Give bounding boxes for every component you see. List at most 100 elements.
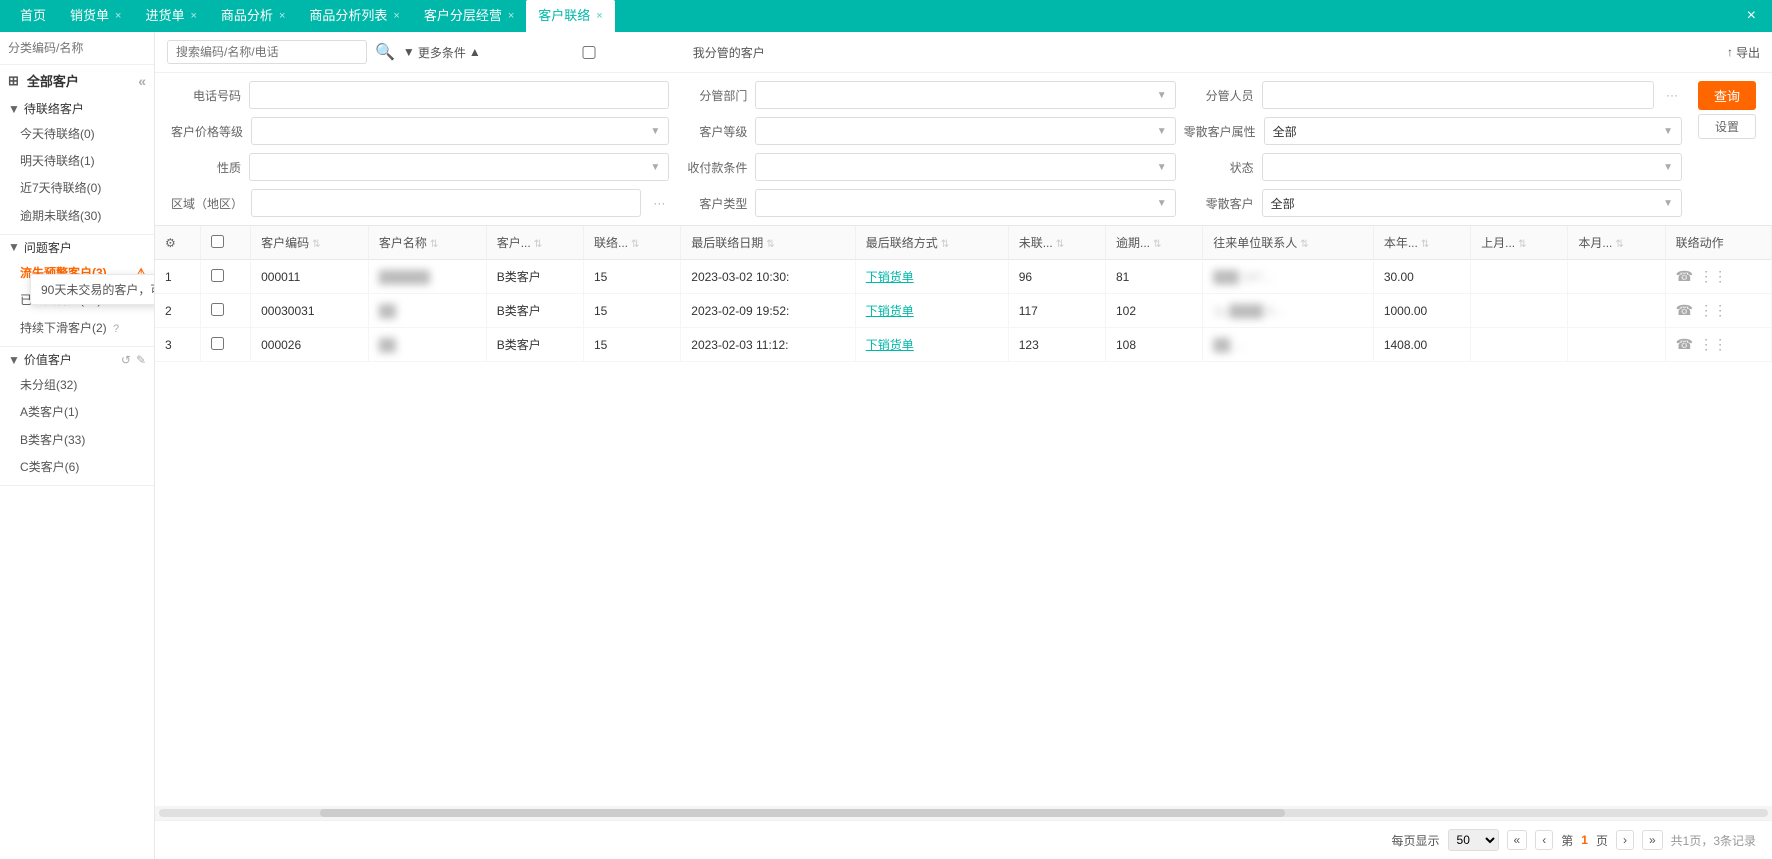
filter-payment-select[interactable]: ▼	[755, 153, 1175, 181]
filter-status-select[interactable]: ▼	[1262, 153, 1682, 181]
sort-icon-type[interactable]: ⇅	[534, 239, 542, 250]
tab-sales[interactable]: 销货单 ×	[58, 0, 133, 32]
my-customers-label[interactable]: 我分管的客户	[489, 44, 765, 61]
per-page-label: 每页显示	[1392, 832, 1440, 849]
cell-overdue: 102	[1106, 294, 1203, 328]
sidebar-item-class-b[interactable]: B类客户(33)	[0, 427, 154, 454]
sort-icon-name[interactable]: ⇅	[430, 239, 438, 250]
tab-home[interactable]: 首页	[8, 0, 58, 32]
prev-page-button[interactable]: ‹	[1535, 830, 1553, 850]
cell-last-method[interactable]: 下销货单	[855, 328, 1008, 362]
filter-customer-type: 客户类型 ▼	[677, 189, 1175, 217]
settings-button[interactable]: 设置	[1698, 114, 1756, 139]
action-more-icon[interactable]: ⋮⋮	[1699, 268, 1727, 285]
filter-button[interactable]: ▼ 更多条件 ▲	[403, 44, 481, 61]
filter-dept-select[interactable]: ▼	[755, 81, 1175, 109]
cell-last-method[interactable]: 下销货单	[855, 294, 1008, 328]
th-last-date: 最后联络日期⇅	[681, 226, 855, 260]
sort-icon-this-year[interactable]: ⇅	[1421, 239, 1429, 250]
sidebar-all-customers[interactable]: ⊞ 全部客户 «	[0, 65, 154, 96]
cell-code: 00030031	[251, 294, 369, 328]
close-product-analysis-tab[interactable]: ×	[279, 0, 285, 32]
window-close-button[interactable]: ×	[1739, 7, 1764, 25]
sort-icon-this-month[interactable]: ⇅	[1615, 239, 1623, 250]
current-page: 1	[1581, 833, 1588, 847]
sidebar-item-ungrouped[interactable]: 未分组(32)	[0, 372, 154, 399]
sort-icon-last-month[interactable]: ⇅	[1518, 239, 1526, 250]
refresh-icon[interactable]: ↺	[121, 353, 131, 367]
filter-person-dots[interactable]: ···	[1662, 88, 1682, 102]
sidebar-item-class-c[interactable]: C类客户(6)	[0, 454, 154, 481]
th-uncontacted: 未联...⇅	[1008, 226, 1105, 260]
close-product-analysis-list-tab[interactable]: ×	[393, 0, 399, 32]
sort-icon-overdue[interactable]: ⇅	[1153, 239, 1161, 250]
horizontal-scrollbar[interactable]	[155, 806, 1772, 820]
last-page-button[interactable]: »	[1642, 830, 1663, 850]
select-all-checkbox[interactable]	[211, 235, 224, 248]
next-page-button[interactable]: ›	[1616, 830, 1634, 850]
sort-icon-last-date[interactable]: ⇅	[766, 239, 774, 250]
sort-icon-code[interactable]: ⇅	[312, 239, 320, 250]
sidebar-search-input[interactable]	[8, 41, 155, 55]
cell-name: ██	[368, 328, 486, 362]
close-customer-contact-tab[interactable]: ×	[596, 0, 602, 32]
filter-nature-select[interactable]: ▼	[249, 153, 669, 181]
tab-product-analysis[interactable]: 商品分析 ×	[209, 0, 297, 32]
filter-dept-label: 分管部门	[677, 87, 747, 104]
tab-customer-segment[interactable]: 客户分层经营 ×	[412, 0, 526, 32]
sidebar-item-overdue[interactable]: 逾期未联络(30)	[0, 203, 154, 230]
export-button[interactable]: ↑ 导出	[1727, 44, 1760, 61]
sidebar-group-value-title[interactable]: ▼ 价值客户 ↺ ✎	[0, 347, 154, 372]
action-phone-icon[interactable]: ☎	[1676, 302, 1693, 319]
filter-person-select[interactable]	[1262, 81, 1654, 109]
first-page-button[interactable]: «	[1507, 830, 1528, 850]
filter-customer-type-select[interactable]: ▼	[755, 189, 1175, 217]
sort-icon-contact[interactable]: ⇅	[631, 239, 639, 250]
settings-icon[interactable]: ⚙	[165, 236, 176, 250]
scroll-thumb[interactable]	[320, 809, 1285, 817]
edit-icon[interactable]: ✎	[136, 353, 146, 367]
cell-checkbox[interactable]	[201, 260, 251, 294]
row-checkbox-1[interactable]	[211, 303, 224, 316]
sidebar-group-pending-title[interactable]: ▼ 待联络客户	[0, 96, 154, 121]
filter-retail-attr-select[interactable]: 全部 ▼	[1264, 117, 1682, 145]
cell-checkbox[interactable]	[201, 294, 251, 328]
close-purchase-tab[interactable]: ×	[190, 0, 196, 32]
search-button[interactable]: 🔍	[375, 42, 395, 62]
close-customer-segment-tab[interactable]: ×	[508, 0, 514, 32]
th-settings[interactable]: ⚙	[155, 226, 201, 260]
tab-customer-contact[interactable]: 客户联络 ×	[526, 0, 614, 32]
action-more-icon[interactable]: ⋮⋮	[1699, 302, 1727, 319]
sort-icon-last-method[interactable]: ⇅	[941, 239, 949, 250]
filter-price-level-select[interactable]: ▼	[251, 117, 669, 145]
filter-customer-level-select[interactable]: ▼	[755, 117, 1175, 145]
query-button[interactable]: 查询	[1698, 81, 1756, 110]
sidebar-item-tomorrow[interactable]: 明天待联络(1)	[0, 148, 154, 175]
sidebar-item-class-a[interactable]: A类客户(1)	[0, 399, 154, 426]
chevron-down-icon7: ▼	[1663, 162, 1673, 173]
sidebar-item-today[interactable]: 今天待联络(0)	[0, 121, 154, 148]
sidebar-group-churn-title[interactable]: ▼ 问题客户	[0, 235, 154, 260]
search-input[interactable]	[167, 40, 367, 64]
cell-last-method[interactable]: 下销货单	[855, 260, 1008, 294]
sidebar-item-declining[interactable]: 持续下滑客户(2) ?	[0, 315, 154, 343]
action-more-icon[interactable]: ⋮⋮	[1699, 336, 1727, 353]
filter-region-select[interactable]	[251, 189, 641, 217]
filter-region-dots[interactable]: ···	[649, 196, 669, 210]
filter-retail-customer-select[interactable]: 全部 ▼	[1262, 189, 1682, 217]
sort-icon-unit[interactable]: ⇅	[1300, 239, 1308, 250]
row-checkbox-0[interactable]	[211, 269, 224, 282]
action-phone-icon[interactable]: ☎	[1676, 336, 1693, 353]
action-phone-icon[interactable]: ☎	[1676, 268, 1693, 285]
sort-icon-uncontacted[interactable]: ⇅	[1056, 239, 1064, 250]
sidebar-item-week7[interactable]: 近7天待联络(0)	[0, 175, 154, 202]
collapse-icon[interactable]: «	[138, 73, 146, 89]
cell-checkbox[interactable]	[201, 328, 251, 362]
tab-product-analysis-list[interactable]: 商品分析列表 ×	[297, 0, 411, 32]
close-sales-tab[interactable]: ×	[115, 0, 121, 32]
filter-phone-input[interactable]	[249, 81, 669, 109]
per-page-select[interactable]: 50 20 100	[1448, 829, 1499, 851]
tab-purchase[interactable]: 进货单 ×	[133, 0, 208, 32]
my-customers-checkbox[interactable]	[489, 46, 689, 59]
row-checkbox-2[interactable]	[211, 337, 224, 350]
